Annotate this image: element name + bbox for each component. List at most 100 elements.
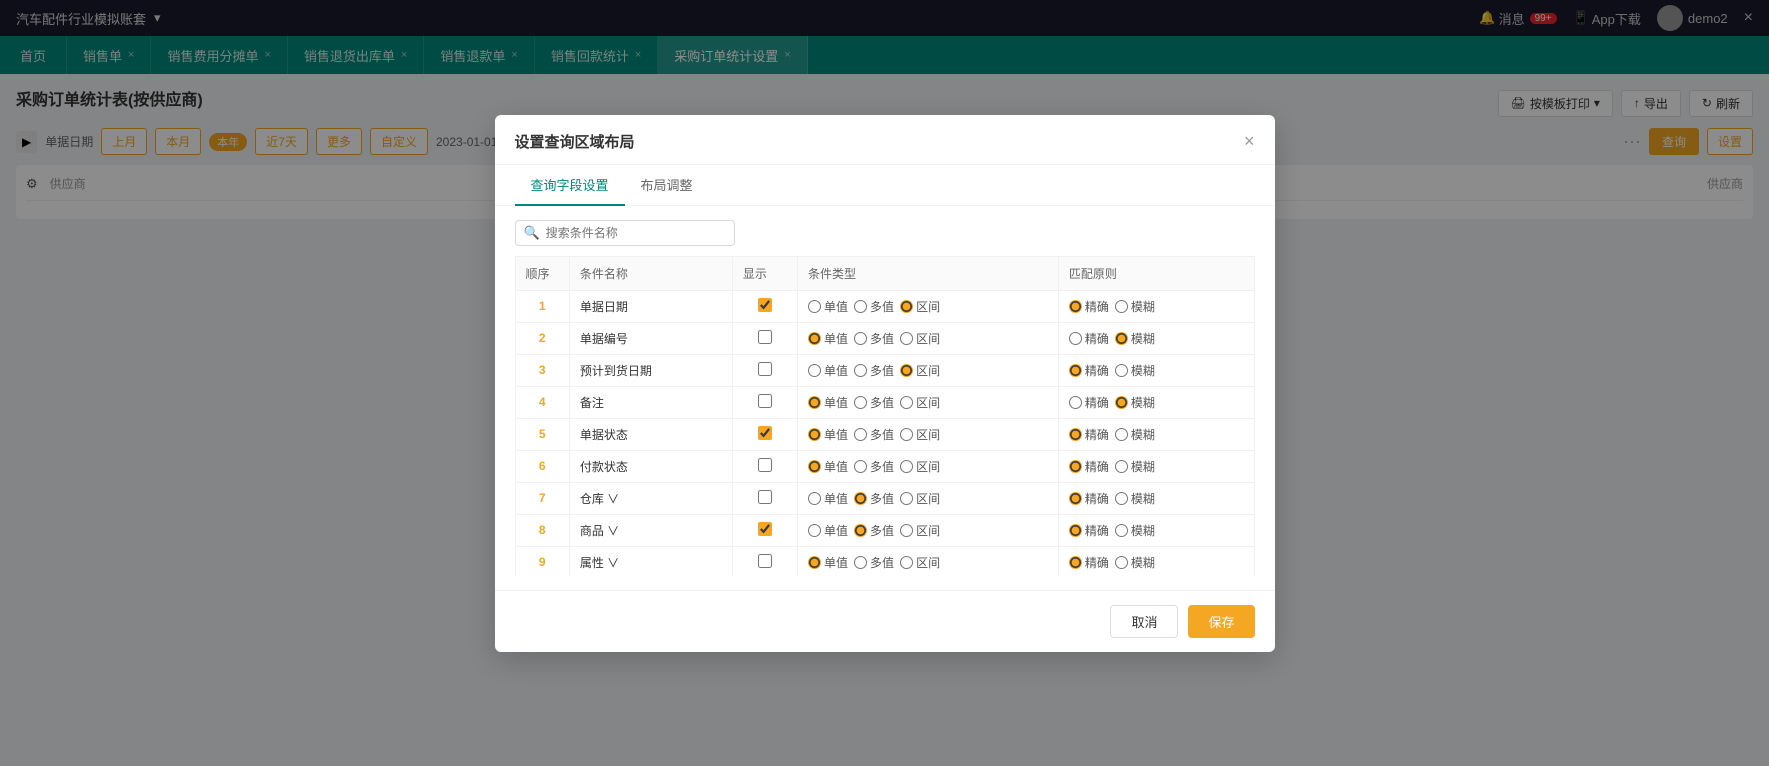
row-show-8[interactable] [732,546,797,576]
type-option-单值-3[interactable]: 单值 [808,394,848,411]
type-option-单值-1[interactable]: 单值 [808,330,848,347]
row-type-1[interactable]: 单值多值区间 [798,322,1059,354]
row-show-5[interactable] [732,450,797,482]
show-checkbox-0[interactable] [758,298,772,312]
row-name-4: 单据状态 [569,418,732,450]
modal-close-btn[interactable]: × [1244,132,1255,150]
row-show-1[interactable] [732,322,797,354]
row-show-3[interactable] [732,386,797,418]
type-option-区间-6[interactable]: 区间 [900,490,940,507]
type-option-区间-8[interactable]: 区间 [900,554,940,571]
type-option-多值-6[interactable]: 多值 [854,490,894,507]
match-option-模糊-2[interactable]: 模糊 [1115,362,1155,379]
row-order-5: 6 [515,450,569,482]
row-match-8[interactable]: 精确模糊 [1058,546,1254,576]
row-show-7[interactable] [732,514,797,546]
match-option-精确-1[interactable]: 精确 [1069,330,1109,347]
row-match-5[interactable]: 精确模糊 [1058,450,1254,482]
type-option-区间-0[interactable]: 区间 [900,298,940,315]
match-option-精确-0[interactable]: 精确 [1069,298,1109,315]
row-match-7[interactable]: 精确模糊 [1058,514,1254,546]
type-option-区间-7[interactable]: 区间 [900,522,940,539]
type-option-多值-1[interactable]: 多值 [854,330,894,347]
show-checkbox-8[interactable] [758,554,772,568]
search-icon: 🔍 [524,225,540,241]
tab-layout-adjust[interactable]: 布局调整 [625,165,709,206]
match-option-精确-5[interactable]: 精确 [1069,458,1109,475]
type-option-单值-5[interactable]: 单值 [808,458,848,475]
type-option-区间-5[interactable]: 区间 [900,458,940,475]
row-type-6[interactable]: 单值多值区间 [798,482,1059,514]
show-checkbox-6[interactable] [758,490,772,504]
row-match-3[interactable]: 精确模糊 [1058,386,1254,418]
show-checkbox-7[interactable] [758,522,772,536]
tab-query-fields[interactable]: 查询字段设置 [515,165,625,206]
row-name-0: 单据日期 [569,290,732,322]
type-option-单值-2[interactable]: 单值 [808,362,848,379]
match-option-精确-7[interactable]: 精确 [1069,522,1109,539]
row-show-4[interactable] [732,418,797,450]
row-type-5[interactable]: 单值多值区间 [798,450,1059,482]
type-option-区间-4[interactable]: 区间 [900,426,940,443]
th-name: 条件名称 [569,256,732,290]
row-type-2[interactable]: 单值多值区间 [798,354,1059,386]
show-checkbox-4[interactable] [758,426,772,440]
row-match-0[interactable]: 精确模糊 [1058,290,1254,322]
match-option-模糊-7[interactable]: 模糊 [1115,522,1155,539]
type-option-多值-2[interactable]: 多值 [854,362,894,379]
match-option-精确-4[interactable]: 精确 [1069,426,1109,443]
match-option-模糊-4[interactable]: 模糊 [1115,426,1155,443]
save-button[interactable]: 保存 [1188,605,1254,638]
type-option-多值-5[interactable]: 多值 [854,458,894,475]
search-input[interactable] [546,226,726,240]
match-option-精确-8[interactable]: 精确 [1069,554,1109,571]
match-option-精确-6[interactable]: 精确 [1069,490,1109,507]
row-match-1[interactable]: 精确模糊 [1058,322,1254,354]
type-option-单值-6[interactable]: 单值 [808,490,848,507]
th-match: 匹配原则 [1058,256,1254,290]
type-option-区间-1[interactable]: 区间 [900,330,940,347]
match-option-模糊-6[interactable]: 模糊 [1115,490,1155,507]
type-option-单值-7[interactable]: 单值 [808,522,848,539]
match-option-模糊-8[interactable]: 模糊 [1115,554,1155,571]
type-option-多值-4[interactable]: 多值 [854,426,894,443]
match-option-模糊-5[interactable]: 模糊 [1115,458,1155,475]
row-show-2[interactable] [732,354,797,386]
row-match-4[interactable]: 精确模糊 [1058,418,1254,450]
show-checkbox-5[interactable] [758,458,772,472]
type-option-区间-3[interactable]: 区间 [900,394,940,411]
type-option-多值-0[interactable]: 多值 [854,298,894,315]
type-option-单值-8[interactable]: 单值 [808,554,848,571]
match-option-精确-3[interactable]: 精确 [1069,394,1109,411]
show-checkbox-3[interactable] [758,394,772,408]
type-option-区间-2[interactable]: 区间 [900,362,940,379]
modal-tabs: 查询字段设置 布局调整 [495,165,1275,206]
row-name-1: 单据编号 [569,322,732,354]
type-option-多值-7[interactable]: 多值 [854,522,894,539]
match-option-模糊-3[interactable]: 模糊 [1115,394,1155,411]
th-order: 顺序 [515,256,569,290]
row-type-4[interactable]: 单值多值区间 [798,418,1059,450]
show-checkbox-2[interactable] [758,362,772,376]
modal-body: 🔍 顺序 条件名称 显示 条件类型 匹配原则 [495,206,1275,590]
row-type-0[interactable]: 单值多值区间 [798,290,1059,322]
match-option-模糊-1[interactable]: 模糊 [1115,330,1155,347]
type-option-单值-0[interactable]: 单值 [808,298,848,315]
row-show-0[interactable] [732,290,797,322]
row-match-2[interactable]: 精确模糊 [1058,354,1254,386]
row-type-7[interactable]: 单值多值区间 [798,514,1059,546]
row-type-8[interactable]: 单值多值区间 [798,546,1059,576]
match-option-精确-2[interactable]: 精确 [1069,362,1109,379]
type-option-多值-3[interactable]: 多值 [854,394,894,411]
row-show-6[interactable] [732,482,797,514]
show-checkbox-1[interactable] [758,330,772,344]
row-type-3[interactable]: 单值多值区间 [798,386,1059,418]
cancel-button[interactable]: 取消 [1110,605,1178,638]
type-option-单值-4[interactable]: 单值 [808,426,848,443]
row-order-2: 3 [515,354,569,386]
match-option-模糊-0[interactable]: 模糊 [1115,298,1155,315]
modal-dialog: 设置查询区域布局 × 查询字段设置 布局调整 🔍 [495,115,1275,652]
row-match-6[interactable]: 精确模糊 [1058,482,1254,514]
type-option-多值-8[interactable]: 多值 [854,554,894,571]
row-name-7: 商品 ∨ [569,514,732,546]
